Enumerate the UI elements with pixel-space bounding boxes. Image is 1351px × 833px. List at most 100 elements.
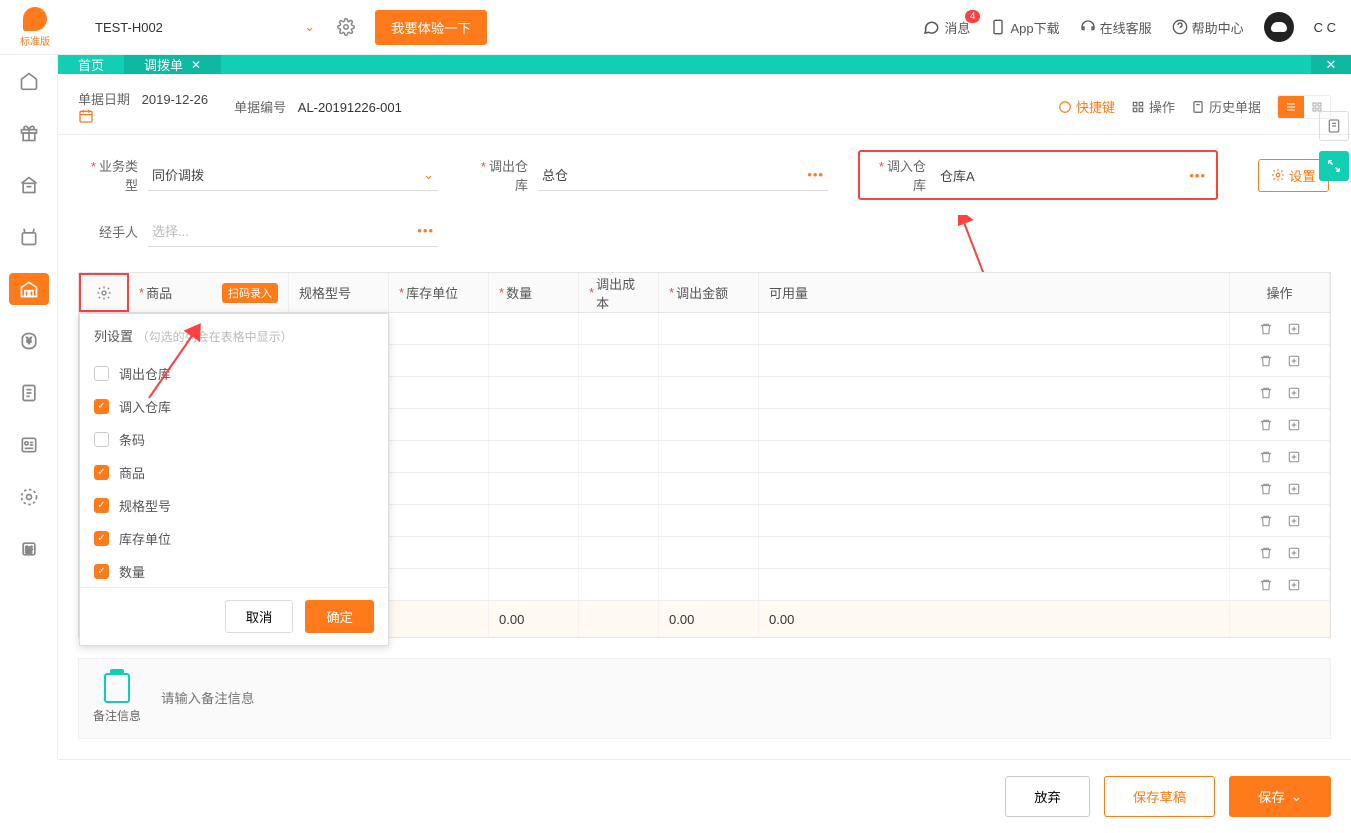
gear-icon (1271, 168, 1285, 182)
th-ops: 操作 (1230, 273, 1330, 312)
doc-no-label: 单据编号 (234, 100, 286, 115)
biz-type-label: 业务类型 (99, 159, 138, 193)
save-button[interactable]: 保存 ⌄ (1229, 776, 1331, 817)
add-icon[interactable] (1287, 386, 1301, 400)
column-settings-button[interactable] (79, 273, 129, 312)
grid-icon (1131, 100, 1145, 114)
biz-type-select[interactable]: 同价调拨 ⌄ (148, 159, 438, 191)
notes-icon (104, 673, 130, 703)
delete-icon[interactable] (1259, 450, 1273, 464)
delete-icon[interactable] (1259, 546, 1273, 560)
experience-button[interactable]: 我要体验一下 (375, 10, 487, 45)
col-popup-hint: （勾选的列会在表格中显示） (137, 330, 293, 344)
history-icon (1191, 100, 1205, 114)
delete-icon[interactable] (1259, 386, 1273, 400)
col-cancel-button[interactable]: 取消 (225, 600, 294, 633)
add-icon[interactable] (1287, 514, 1301, 528)
sidebar-report[interactable] (9, 377, 49, 409)
notes-rail-button[interactable] (1319, 111, 1349, 141)
sidebar-new[interactable]: 新 (9, 533, 49, 565)
handler-select[interactable]: 选择... ••• (148, 215, 438, 247)
column-option[interactable]: ✓调入仓库 (94, 390, 374, 423)
col-popup-title: 列设置 (94, 329, 133, 344)
delete-icon[interactable] (1259, 354, 1273, 368)
org-selector[interactable]: TEST-H002 ⌄ (85, 11, 325, 43)
date-label: 单据日期 (78, 92, 130, 107)
app-download-link[interactable]: App下载 (990, 18, 1059, 37)
logo-text: 标准版 (20, 33, 50, 48)
column-option[interactable]: ✓库存单位 (94, 522, 374, 555)
save-draft-button[interactable]: 保存草稿 (1104, 776, 1215, 817)
expand-rail-button[interactable] (1319, 151, 1349, 181)
delete-icon[interactable] (1259, 482, 1273, 496)
more-icon: ••• (1189, 168, 1206, 183)
keyboard-icon (1058, 100, 1072, 114)
sidebar-purchase[interactable] (9, 169, 49, 201)
column-option[interactable]: 调出仓库 (94, 357, 374, 390)
add-icon[interactable] (1287, 418, 1301, 432)
biz-type-value: 同价调拨 (152, 165, 204, 184)
sidebar-archive[interactable] (9, 429, 49, 461)
calendar-icon[interactable] (78, 108, 214, 124)
shortcut-action[interactable]: 快捷键 (1058, 97, 1115, 116)
add-icon[interactable] (1287, 546, 1301, 560)
gear-icon[interactable] (337, 18, 355, 36)
delete-icon[interactable] (1259, 514, 1273, 528)
tab-transfer-order[interactable]: 调拨单 ✕ (124, 55, 221, 74)
footer-outamt: 0.00 (659, 601, 759, 637)
operate-action[interactable]: 操作 (1131, 97, 1175, 116)
in-wh-value: 仓库A (940, 166, 975, 185)
headset-icon (1080, 19, 1096, 35)
out-wh-label: 调出仓库 (489, 159, 528, 193)
app-download-label: App下载 (1010, 18, 1059, 37)
remarks-input[interactable] (161, 691, 1316, 706)
view-list-button[interactable] (1278, 96, 1304, 118)
sidebar-settings[interactable] (9, 481, 49, 513)
column-option[interactable]: ✓商品 (94, 456, 374, 489)
delete-icon[interactable] (1259, 322, 1273, 336)
online-service-link[interactable]: 在线客服 (1080, 18, 1152, 37)
tab-home[interactable]: 首页 (58, 55, 124, 74)
column-option[interactable]: ✓规格型号 (94, 489, 374, 522)
items-table: *商品扫码录入 规格型号 *库存单位 *数量 *调出成本 *调出金额 可用量 操… (78, 272, 1331, 638)
history-action[interactable]: 历史单据 (1191, 97, 1261, 116)
sidebar-finance[interactable]: ¥ (9, 325, 49, 357)
discard-button[interactable]: 放弃 (1005, 776, 1090, 817)
out-wh-select[interactable]: 总仓 ••• (538, 159, 828, 191)
add-icon[interactable] (1287, 354, 1301, 368)
delete-icon[interactable] (1259, 418, 1273, 432)
checkbox-icon: ✓ (94, 498, 109, 513)
delete-icon[interactable] (1259, 578, 1273, 592)
more-icon: ••• (417, 223, 434, 238)
help-center-link[interactable]: 帮助中心 (1172, 18, 1244, 37)
messages-link[interactable]: 消息 4 (922, 18, 970, 37)
sidebar-sales[interactable] (9, 221, 49, 253)
column-option[interactable]: 条码 (94, 423, 374, 456)
help-center-label: 帮助中心 (1192, 18, 1244, 37)
add-icon[interactable] (1287, 322, 1301, 336)
logo: 标准版 (15, 7, 55, 48)
chevron-down-icon: ⌄ (304, 19, 315, 35)
checkbox-icon: ✓ (94, 399, 109, 414)
sidebar: ¥ 新 (0, 55, 58, 759)
add-icon[interactable] (1287, 450, 1301, 464)
avatar[interactable] (1264, 12, 1294, 42)
in-wh-select[interactable]: 仓库A ••• (936, 159, 1210, 191)
sidebar-warehouse[interactable] (9, 273, 49, 305)
date-value[interactable]: 2019-12-26 (142, 92, 209, 107)
chevron-down-icon: ⌄ (1291, 789, 1302, 805)
remarks-label: 备注信息 (93, 707, 141, 724)
sidebar-home[interactable] (9, 65, 49, 97)
sidebar-gift[interactable] (9, 117, 49, 149)
close-all-tabs[interactable]: ✕ (1311, 55, 1351, 74)
th-outamt: *调出金额 (659, 273, 759, 312)
th-avail: 可用量 (759, 273, 1230, 312)
scan-entry-badge[interactable]: 扫码录入 (222, 283, 278, 303)
add-icon[interactable] (1287, 578, 1301, 592)
checkbox-icon (94, 366, 109, 381)
column-option[interactable]: ✓数量 (94, 555, 374, 587)
add-icon[interactable] (1287, 482, 1301, 496)
col-confirm-button[interactable]: 确定 (305, 600, 374, 633)
close-icon[interactable]: ✕ (191, 58, 201, 72)
messages-badge: 4 (965, 10, 981, 23)
